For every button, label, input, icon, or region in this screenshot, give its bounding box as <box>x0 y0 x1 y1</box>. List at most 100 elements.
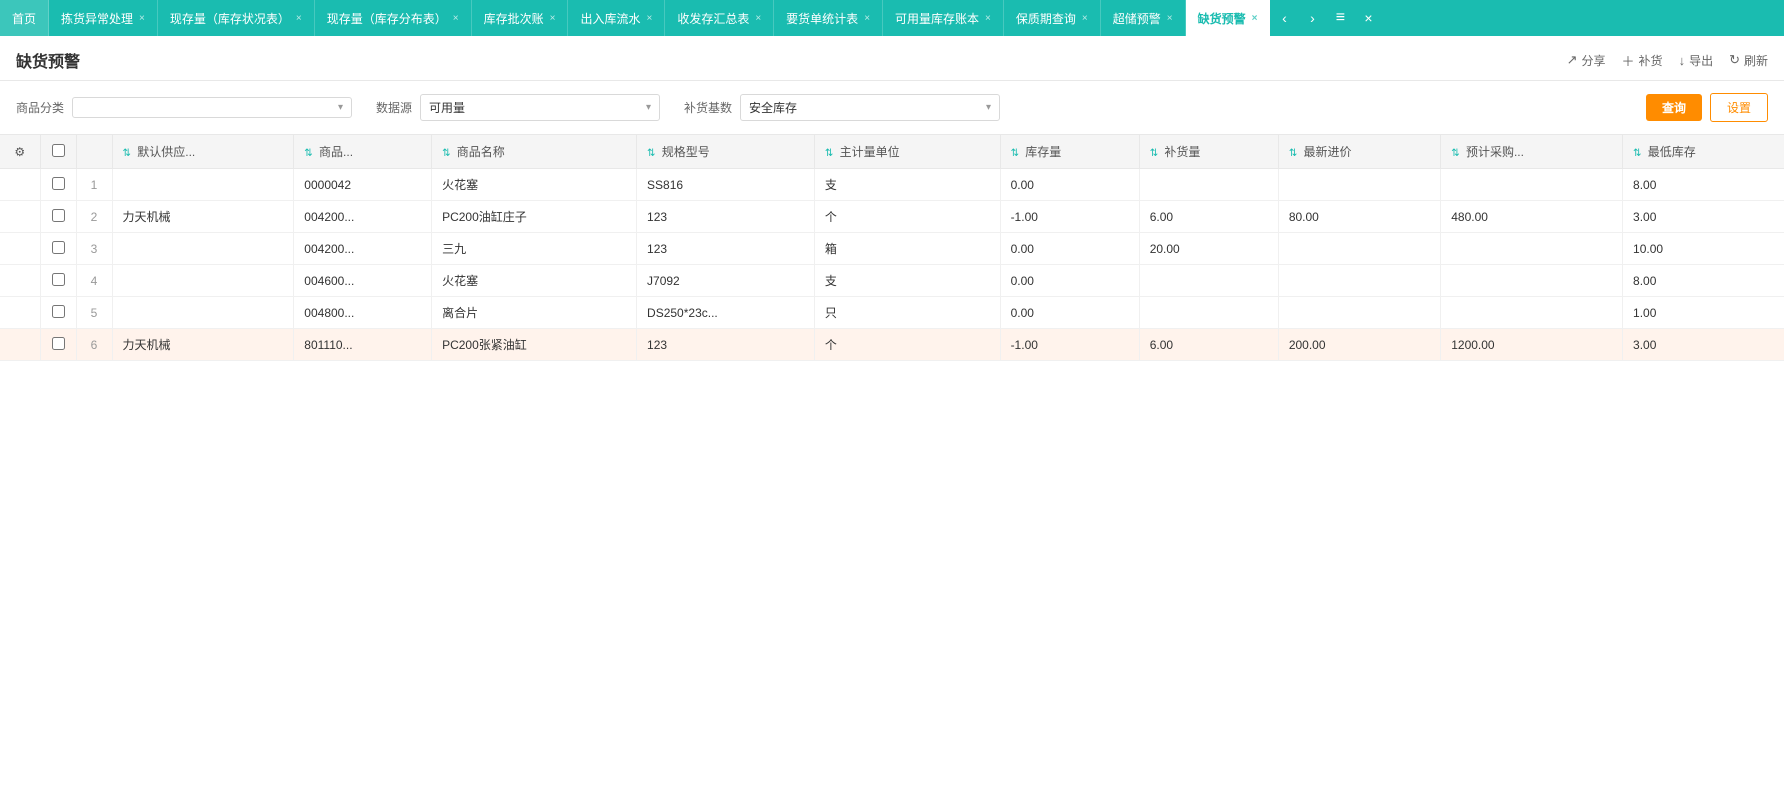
th-estimated-purchase[interactable]: ⇅ 预计采购... <box>1441 135 1623 169</box>
th-stock-qty[interactable]: ⇅ 库存量 <box>1000 135 1139 169</box>
th-product-name[interactable]: ⇅ 商品名称 <box>432 135 637 169</box>
tab-close-all-btn[interactable]: × <box>1354 0 1382 36</box>
th-checkbox[interactable] <box>40 135 76 169</box>
row-gear <box>0 265 40 297</box>
cell-latest-price <box>1278 297 1440 329</box>
cell-min-stock: 10.00 <box>1623 233 1784 265</box>
th-latest-price[interactable]: ⇅ 最新进价 <box>1278 135 1440 169</box>
th-min-stock[interactable]: ⇅ 最低库存 <box>1623 135 1784 169</box>
row-checkbox[interactable] <box>52 305 65 318</box>
tab-demand-stat[interactable]: 要货单统计表 × <box>774 0 883 36</box>
close-tab-abnormal[interactable]: × <box>139 13 145 24</box>
row-gear <box>0 297 40 329</box>
row-checkbox-cell[interactable] <box>40 201 76 233</box>
cell-replenish-qty: 6.00 <box>1139 201 1278 233</box>
table-row: 5 004800... 离合片 DS250*23c... 只 0.00 1.00 <box>0 297 1784 329</box>
close-tab-inout-flow[interactable]: × <box>646 13 652 24</box>
cell-estimated-purchase <box>1441 169 1623 201</box>
tab-inout-flow[interactable]: 出入库流水 × <box>568 0 665 36</box>
tab-shortage-warning[interactable]: 缺货预警 × <box>1186 0 1271 36</box>
row-checkbox-cell[interactable] <box>40 169 76 201</box>
row-checkbox-cell[interactable] <box>40 297 76 329</box>
tab-available-ledger[interactable]: 可用量库存账本 × <box>883 0 1004 36</box>
row-checkbox[interactable] <box>52 177 65 190</box>
replenish-basis-value: 安全库存 <box>749 99 986 116</box>
close-tab-inventory-dist[interactable]: × <box>453 13 459 24</box>
cell-latest-price <box>1278 169 1440 201</box>
row-checkbox[interactable] <box>52 241 65 254</box>
close-tab-receive-summary[interactable]: × <box>755 13 761 24</box>
cell-replenish-qty: 6.00 <box>1139 329 1278 361</box>
close-tab-expiry-query[interactable]: × <box>1082 13 1088 24</box>
tab-overstock-warning[interactable]: 超储预警 × <box>1101 0 1186 36</box>
datasource-select[interactable]: 可用量 ▾ <box>420 94 660 121</box>
tab-menu-btn[interactable]: ≡ <box>1326 0 1354 36</box>
cell-product-name: 火花塞 <box>432 265 637 297</box>
tab-abnormal[interactable]: 拣货异常处理 × <box>49 0 158 36</box>
tab-expiry-query[interactable]: 保质期查询 × <box>1004 0 1101 36</box>
row-checkbox[interactable] <box>52 209 65 222</box>
th-unit[interactable]: ⇅ 主计量单位 <box>814 135 1000 169</box>
cell-product-name: PC200张紧油缸 <box>432 329 637 361</box>
share-icon: ↗ <box>1567 52 1578 68</box>
tab-next-btn[interactable]: › <box>1298 0 1326 36</box>
cell-unit: 个 <box>814 329 1000 361</box>
query-button[interactable]: 查询 <box>1646 94 1702 121</box>
cell-replenish-qty <box>1139 265 1278 297</box>
cell-replenish-qty <box>1139 169 1278 201</box>
sort-icon-price: ⇅ <box>1289 148 1297 159</box>
cell-estimated-purchase <box>1441 297 1623 329</box>
tab-inventory-status[interactable]: 现存量（库存状况表） × <box>158 0 315 36</box>
cell-product-name: 离合片 <box>432 297 637 329</box>
tab-inventory-dist[interactable]: 现存量（库存分布表） × <box>315 0 472 36</box>
row-checkbox[interactable] <box>52 273 65 286</box>
select-all-checkbox[interactable] <box>52 144 65 157</box>
row-checkbox-cell[interactable] <box>40 329 76 361</box>
cell-stock-qty: -1.00 <box>1000 329 1139 361</box>
th-spec-model[interactable]: ⇅ 规格型号 <box>637 135 815 169</box>
replenish-button[interactable]: ＋ 补货 <box>1622 51 1663 70</box>
tab-batch-account[interactable]: 库存批次账 × <box>472 0 569 36</box>
close-tab-inventory-status[interactable]: × <box>296 13 302 24</box>
cell-estimated-purchase <box>1441 265 1623 297</box>
filter-category-group: 商品分类 ▾ <box>16 97 352 118</box>
cell-latest-price <box>1278 265 1440 297</box>
th-product-code[interactable]: ⇅ 商品... <box>294 135 432 169</box>
cell-estimated-purchase <box>1441 233 1623 265</box>
replenish-basis-select[interactable]: 安全库存 ▾ <box>740 94 1000 121</box>
cell-default-supplier: 力天机械 <box>112 329 294 361</box>
cell-default-supplier: 力天机械 <box>112 201 294 233</box>
close-tab-available-ledger[interactable]: × <box>985 13 991 24</box>
settings-button[interactable]: 设置 <box>1710 93 1768 122</box>
cell-spec-model: DS250*23c... <box>637 297 815 329</box>
th-default-supplier[interactable]: ⇅ 默认供应... <box>112 135 294 169</box>
datasource-select-value: 可用量 <box>429 99 646 116</box>
close-tab-overstock-warning[interactable]: × <box>1167 13 1173 24</box>
cell-estimated-purchase: 1200.00 <box>1441 329 1623 361</box>
category-select[interactable]: ▾ <box>72 97 352 118</box>
row-gear <box>0 169 40 201</box>
cell-stock-qty: -1.00 <box>1000 201 1139 233</box>
sort-icon-min-stock: ⇅ <box>1633 148 1641 159</box>
tab-prev-btn[interactable]: ‹ <box>1270 0 1298 36</box>
tab-receive-summary[interactable]: 收发存汇总表 × <box>665 0 774 36</box>
export-button[interactable]: ↓ 导出 <box>1679 52 1714 69</box>
close-tab-demand-stat[interactable]: × <box>864 13 870 24</box>
cell-product-code: 004800... <box>294 297 432 329</box>
close-tab-batch-account[interactable]: × <box>550 13 556 24</box>
row-gear <box>0 329 40 361</box>
filter-buttons: 查询 设置 <box>1646 93 1768 122</box>
refresh-button[interactable]: ↻ 刷新 <box>1729 52 1768 69</box>
replenish-basis-dropdown-icon: ▾ <box>986 102 991 113</box>
close-tab-shortage-warning[interactable]: × <box>1252 13 1258 24</box>
row-checkbox-cell[interactable] <box>40 233 76 265</box>
share-button[interactable]: ↗ 分享 <box>1567 52 1606 69</box>
row-checkbox[interactable] <box>52 337 65 350</box>
cell-unit: 支 <box>814 169 1000 201</box>
th-replenish-qty[interactable]: ⇅ 补货量 <box>1139 135 1278 169</box>
th-gear[interactable]: ⚙ <box>0 135 40 169</box>
tab-home[interactable]: 首页 <box>0 0 49 36</box>
table-body: 1 0000042 火花塞 SS816 支 0.00 8.00 2 力天机械 0… <box>0 169 1784 361</box>
datasource-dropdown-icon: ▾ <box>646 102 651 113</box>
row-checkbox-cell[interactable] <box>40 265 76 297</box>
